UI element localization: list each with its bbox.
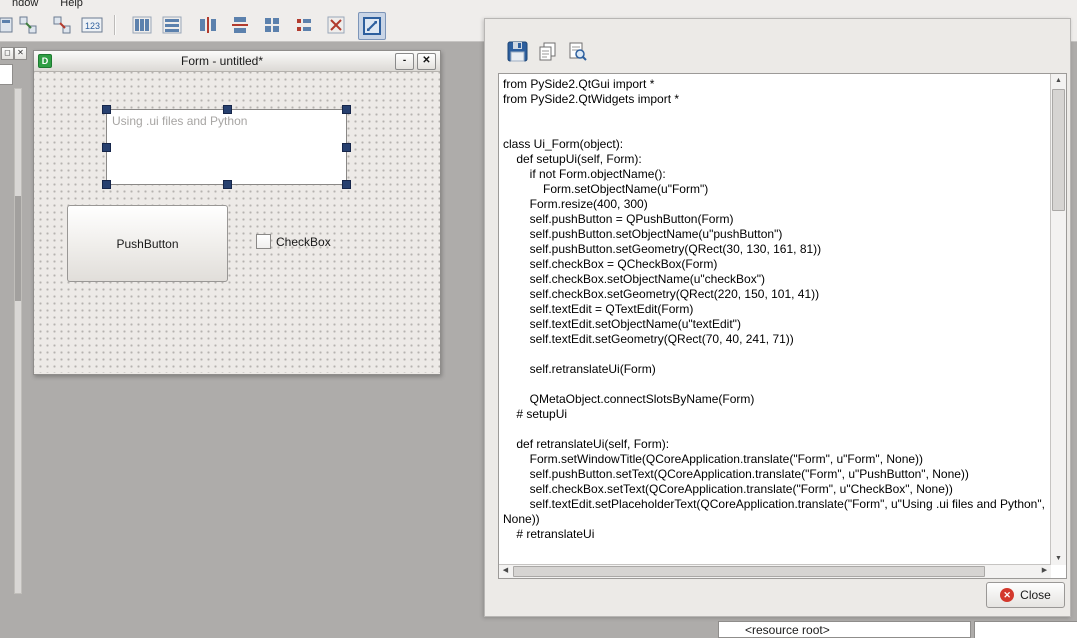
find-icon[interactable] (565, 39, 589, 63)
layout-horizontal-icon[interactable] (130, 13, 154, 37)
resource-root-label: <resource root> (745, 623, 830, 637)
qt-designer-window: ndow Help 123 (0, 0, 1077, 638)
toolbar-separator (114, 15, 116, 35)
resource-root-item[interactable]: <resource root> (718, 621, 971, 638)
resource-side-panel (974, 621, 1077, 638)
dock-close-button[interactable]: ✕ (14, 47, 27, 60)
form-titlebar[interactable]: D Form - untitled* - ✕ (34, 51, 440, 72)
form-canvas[interactable]: Using .ui files and Python PushButton Ch… (34, 72, 440, 373)
menu-window[interactable]: ndow (10, 0, 40, 11)
textedit-widget-selected[interactable]: Using .ui files and Python (106, 109, 347, 185)
svg-text:123: 123 (85, 21, 100, 31)
selection-handle[interactable] (342, 180, 351, 189)
selection-handle[interactable] (342, 105, 351, 114)
selection-handle[interactable] (102, 180, 111, 189)
save-icon[interactable] (505, 39, 529, 63)
pushbutton-label: PushButton (116, 237, 178, 251)
form-window-title: Form - untitled* (52, 54, 392, 68)
selection-handle[interactable] (342, 143, 351, 152)
scroll-up-icon[interactable]: ▲ (1051, 74, 1066, 87)
checkbox-label: CheckBox (276, 235, 331, 249)
form-minimize-button[interactable]: - (395, 53, 414, 70)
copy-icon[interactable] (535, 39, 559, 63)
menubar: ndow Help (0, 0, 85, 11)
generated-code[interactable]: from PySide2.QtGui import * from PySide2… (503, 77, 1047, 562)
edit-signals-slots-icon[interactable] (16, 13, 40, 37)
layout-splitter-horizontal-icon[interactable] (196, 13, 220, 37)
layout-form-icon[interactable] (292, 13, 316, 37)
dock-float-icon: ◻ (4, 48, 11, 57)
widgetbox-scrollbar[interactable] (14, 88, 22, 594)
close-button[interactable]: ✕ Close (986, 582, 1065, 608)
widgetbox-scrollbar-thumb[interactable] (15, 196, 21, 301)
adjust-size-icon[interactable] (358, 12, 386, 40)
widgetbox-filter-input[interactable] (0, 64, 13, 85)
close-icon: ✕ (1000, 588, 1014, 602)
layout-vertical-icon[interactable] (160, 13, 184, 37)
scroll-left-icon[interactable]: ◀ (499, 565, 512, 577)
scroll-right-icon[interactable]: ▶ (1038, 565, 1051, 577)
selection-handle[interactable] (102, 105, 111, 114)
layout-splitter-vertical-icon[interactable] (228, 13, 252, 37)
dock-close-icon: ✕ (17, 48, 24, 57)
edit-widgets-icon[interactable] (0, 13, 16, 37)
textedit-placeholder: Using .ui files and Python (112, 114, 247, 128)
selection-handle[interactable] (223, 105, 232, 114)
dock-float-button[interactable]: ◻ (1, 47, 14, 60)
textedit-widget[interactable]: Using .ui files and Python (106, 109, 347, 185)
menu-help[interactable]: Help (58, 0, 85, 11)
close-button-label: Close (1020, 588, 1051, 602)
vertical-scrollbar-thumb[interactable] (1052, 89, 1065, 211)
selection-handle[interactable] (102, 143, 111, 152)
code-horizontal-scrollbar[interactable]: ◀ ▶ (499, 564, 1051, 578)
checkbox-widget[interactable]: CheckBox (256, 234, 331, 249)
designer-form-icon: D (38, 54, 52, 68)
scroll-down-icon[interactable]: ▼ (1051, 552, 1066, 565)
edit-buddies-icon[interactable] (50, 13, 74, 37)
pushbutton-widget[interactable]: PushButton (67, 205, 228, 282)
form-close-button[interactable]: ✕ (417, 53, 436, 70)
code-vertical-scrollbar[interactable]: ▲ ▼ (1050, 74, 1066, 565)
view-code-dialog: from PySide2.QtGui import * from PySide2… (484, 18, 1071, 617)
selection-handle[interactable] (223, 180, 232, 189)
layout-grid-icon[interactable] (260, 13, 284, 37)
code-view[interactable]: from PySide2.QtGui import * from PySide2… (498, 73, 1067, 579)
edit-tab-order-icon[interactable]: 123 (80, 13, 104, 37)
checkbox-indicator[interactable] (256, 234, 271, 249)
form-editor-window: D Form - untitled* - ✕ Using .ui files a… (33, 50, 441, 375)
horizontal-scrollbar-thumb[interactable] (513, 566, 985, 577)
break-layout-icon[interactable] (324, 13, 348, 37)
